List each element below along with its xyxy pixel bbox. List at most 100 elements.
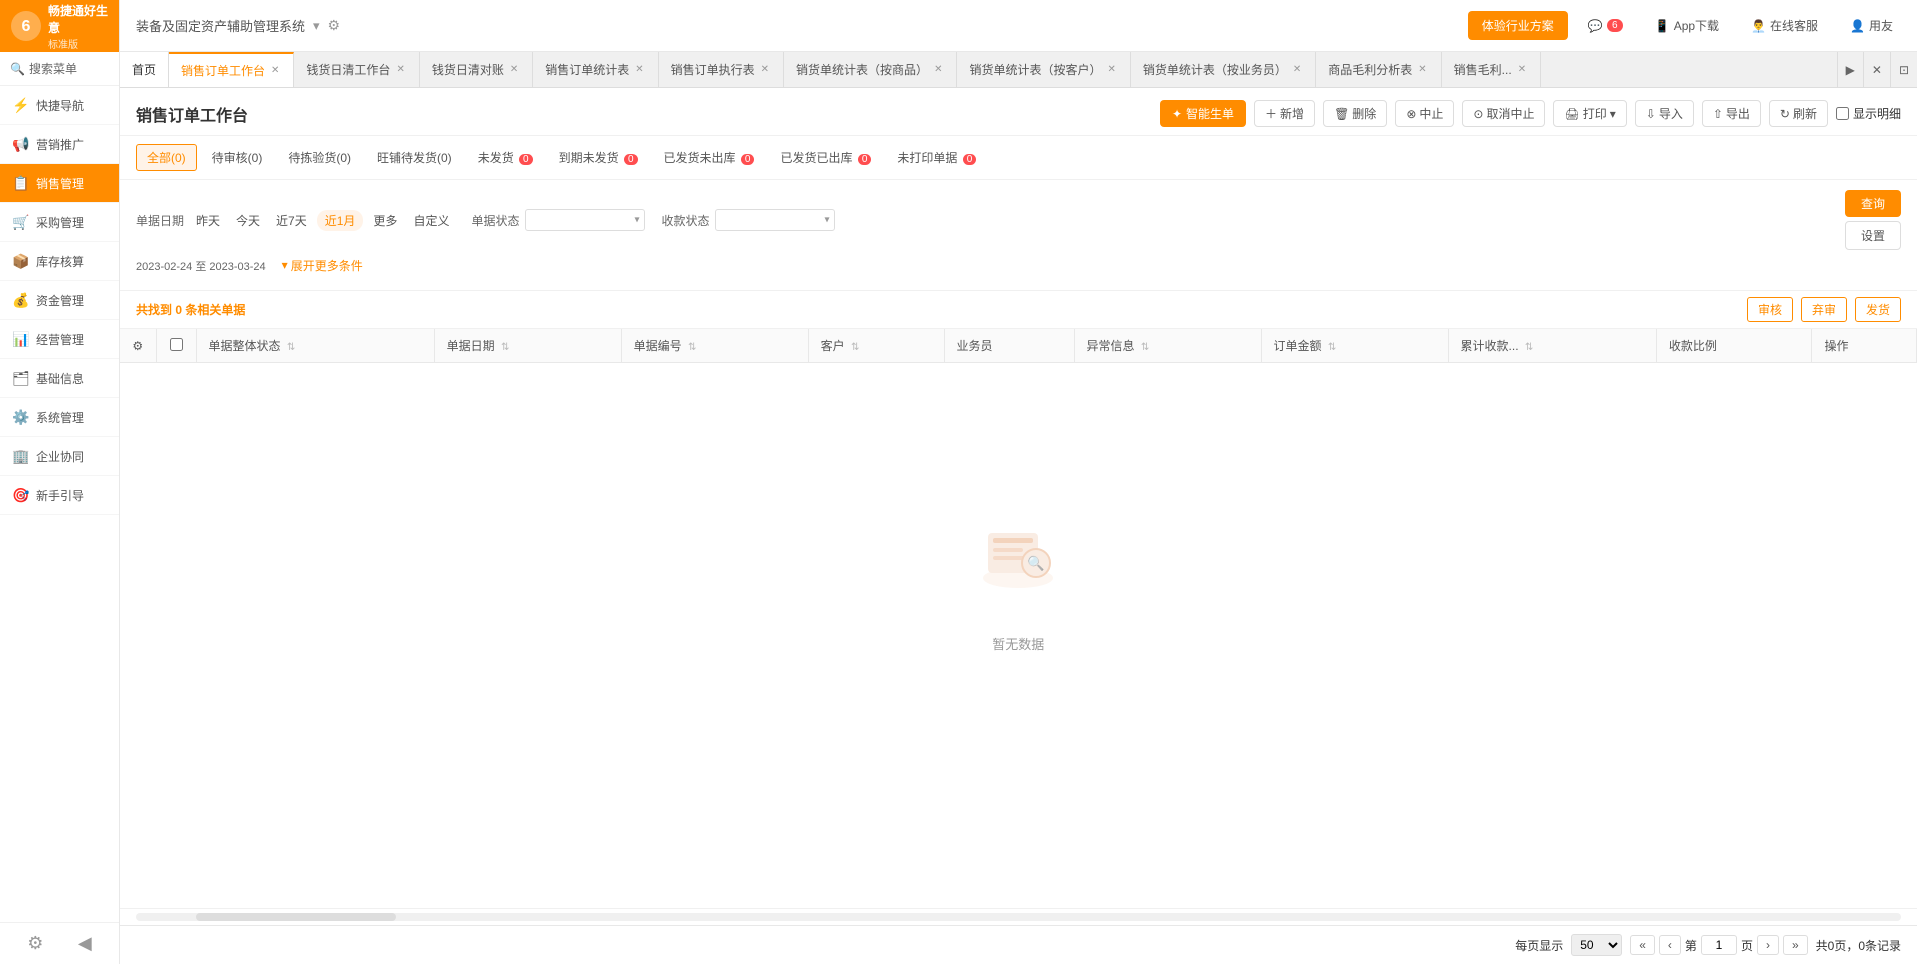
tab-expand[interactable]: ⊡ [1890,52,1917,88]
date-7days[interactable]: 近7天 [270,210,313,231]
user-menu-btn[interactable]: 👤 用友 [1842,13,1901,38]
prev-page-btn[interactable]: ‹ [1659,935,1681,955]
sidebar-item-purchase[interactable]: 🛒 采购管理 [0,203,119,242]
refresh-btn[interactable]: ↻ 刷新 [1769,100,1828,127]
status-select[interactable] [525,209,645,231]
pause-btn[interactable]: ⊗ 中止 [1395,100,1454,127]
query-btn[interactable]: 查询 [1845,190,1901,217]
date-more[interactable]: 更多 [367,210,403,231]
tab-sales-summary-customer[interactable]: 销货单统计表（按客户） ✕ [957,52,1130,88]
status-sort-icon[interactable]: ⇅ [287,342,295,353]
online-service-btn[interactable]: 👨‍💼 在线客服 [1743,13,1826,38]
sidebar-item-quicknav[interactable]: ⚡ 快捷导航 [0,86,119,125]
filter-tab-overdue[interactable]: 到期未发货 0 [548,144,649,171]
tab-sales-summary-staff[interactable]: 销货单统计表（按业务员） ✕ [1131,52,1316,88]
tab-gross-profit[interactable]: 商品毛利分析表 ✕ [1316,52,1441,88]
sidebar-item-finance[interactable]: 💰 资金管理 [0,281,119,320]
show-detail-label[interactable]: 显示明细 [1836,105,1901,122]
tab-cash-daily[interactable]: 钱货日清工作台 ✕ [294,52,419,88]
tab-sales-more[interactable]: 销售毛利... ✕ [1442,52,1541,88]
filter-tab-pending-review[interactable]: 待审核(0) [201,144,274,171]
date-custom[interactable]: 自定义 [407,210,455,231]
tab-sales-stat-close[interactable]: ✕ [633,63,645,76]
industry-btn[interactable]: 体验行业方案 [1468,11,1568,40]
tab-home[interactable]: 首页 [120,52,169,88]
page-input[interactable] [1701,935,1737,955]
scroll-thumb[interactable] [196,913,396,921]
filter-tab-shipped-not-out[interactable]: 已发货未出库 0 [653,144,766,171]
tab-close-all[interactable]: ✕ [1863,52,1890,88]
page-content: 销售订单工作台 ✦ 智能生单 ＋ 新增 🗑 删除 ⊗ 中止 [120,88,1917,964]
sidebar-settings-icon[interactable]: ⚙ [27,933,43,954]
collected-sort-icon[interactable]: ⇅ [1525,342,1533,353]
payment-select[interactable] [715,209,835,231]
last-page-btn[interactable]: » [1783,935,1808,955]
tab-sales-summary-product-close[interactable]: ✕ [932,63,944,76]
filter-tab-all[interactable]: 全部(0) [136,144,197,171]
tab-sales-stat[interactable]: 销售订单统计表 ✕ [533,52,658,88]
settings-icon[interactable]: ⚙ [328,17,341,34]
tab-sales-more-close[interactable]: ✕ [1516,63,1528,76]
review-btn[interactable]: 审核 [1747,297,1793,322]
filter-tab-not-printed[interactable]: 未打印单据 0 [886,144,987,171]
sidebar-collapse-icon[interactable]: ◀ [78,933,92,954]
th-settings[interactable]: ⚙ [120,329,156,363]
scroll-track[interactable] [136,913,1901,921]
per-page-select[interactable]: 50 10 20 100 [1571,934,1622,956]
cancel-review-btn[interactable]: 弃审 [1801,297,1847,322]
tab-scroll-right[interactable]: ▶ [1837,52,1863,88]
sidebar-item-inventory[interactable]: 📦 库存核算 [0,242,119,281]
plus-icon: ＋ [1265,105,1277,122]
tab-gross-profit-close[interactable]: ✕ [1416,63,1428,76]
filter-tab-pending-inspect[interactable]: 待拣验货(0) [277,144,362,171]
app-download-btn[interactable]: 📱 App下载 [1647,13,1727,38]
tab-sales-summary-staff-close[interactable]: ✕ [1291,63,1303,76]
sidebar-item-guide[interactable]: 🎯 新手引导 [0,476,119,515]
cancel-pause-btn[interactable]: ⊙ 取消中止 [1462,100,1545,127]
sidebar-search[interactable]: 🔍 搜索菜单 [0,52,119,86]
delete-btn[interactable]: 🗑 删除 [1323,100,1387,127]
tab-cash-reconcile-close[interactable]: ✕ [508,63,520,76]
tab-cash-reconcile[interactable]: 钱货日清对账 ✕ [420,52,533,88]
tab-sales-summary-customer-close[interactable]: ✕ [1105,63,1117,76]
date-yesterday[interactable]: 昨天 [190,210,226,231]
ship-btn[interactable]: 发货 [1855,297,1901,322]
sidebar-item-system[interactable]: ⚙️ 系统管理 [0,398,119,437]
tab-sales-exec-close[interactable]: ✕ [759,63,771,76]
smart-generate-btn[interactable]: ✦ 智能生单 [1160,100,1246,127]
customer-sort-icon[interactable]: ⇅ [851,342,859,353]
number-sort-icon[interactable]: ⇅ [688,342,696,353]
tab-cash-daily-close[interactable]: ✕ [394,63,406,76]
sidebar-item-operation[interactable]: 📊 经营管理 [0,320,119,359]
tab-sales-summary-product[interactable]: 销货单统计表（按商品） ✕ [784,52,957,88]
show-detail-checkbox[interactable] [1836,107,1849,120]
add-btn[interactable]: ＋ 新增 [1254,100,1315,127]
next-page-btn[interactable]: › [1757,935,1779,955]
tab-sales-exec[interactable]: 销售订单执行表 ✕ [659,52,784,88]
tab-sales-order[interactable]: 销售订单工作台 ✕ [169,52,294,88]
filter-tab-shipped-out[interactable]: 已发货已出库 0 [769,144,882,171]
date-filter: 单据日期 昨天 今天 近7天 近1月 更多 自定义 [136,210,455,231]
export-btn[interactable]: ⇧ 导出 [1702,100,1761,127]
select-all-checkbox[interactable] [170,338,183,351]
date-sort-icon[interactable]: ⇅ [501,342,509,353]
sidebar-item-marketing[interactable]: 📢 营销推广 [0,125,119,164]
print-btn[interactable]: 🖨 打印 ▾ [1553,100,1626,127]
filter-tab-wangpu[interactable]: 旺铺待发货(0) [366,144,463,171]
amount-sort-icon[interactable]: ⇅ [1328,342,1336,353]
import-btn[interactable]: ⇩ 导入 [1635,100,1694,127]
system-dropdown-icon[interactable]: ▾ [313,18,320,34]
exception-sort-icon[interactable]: ⇅ [1141,342,1149,353]
sidebar-item-basic[interactable]: 🗂 基础信息 [0,359,119,398]
sidebar-item-sales[interactable]: 📋 销售管理 [0,164,119,203]
message-btn[interactable]: 💬 6 [1580,15,1631,37]
set-btn[interactable]: 设置 [1845,221,1901,250]
filter-tab-not-shipped[interactable]: 未发货 0 [467,144,544,171]
expand-btn[interactable]: ▾ 展开更多条件 [282,257,363,274]
date-today[interactable]: 今天 [230,210,266,231]
date-1month[interactable]: 近1月 [317,210,364,231]
th-checkbox[interactable] [156,329,196,363]
first-page-btn[interactable]: « [1630,935,1655,955]
sidebar-item-enterprise[interactable]: 🏢 企业协同 [0,437,119,476]
tab-sales-order-close[interactable]: ✕ [269,64,281,77]
